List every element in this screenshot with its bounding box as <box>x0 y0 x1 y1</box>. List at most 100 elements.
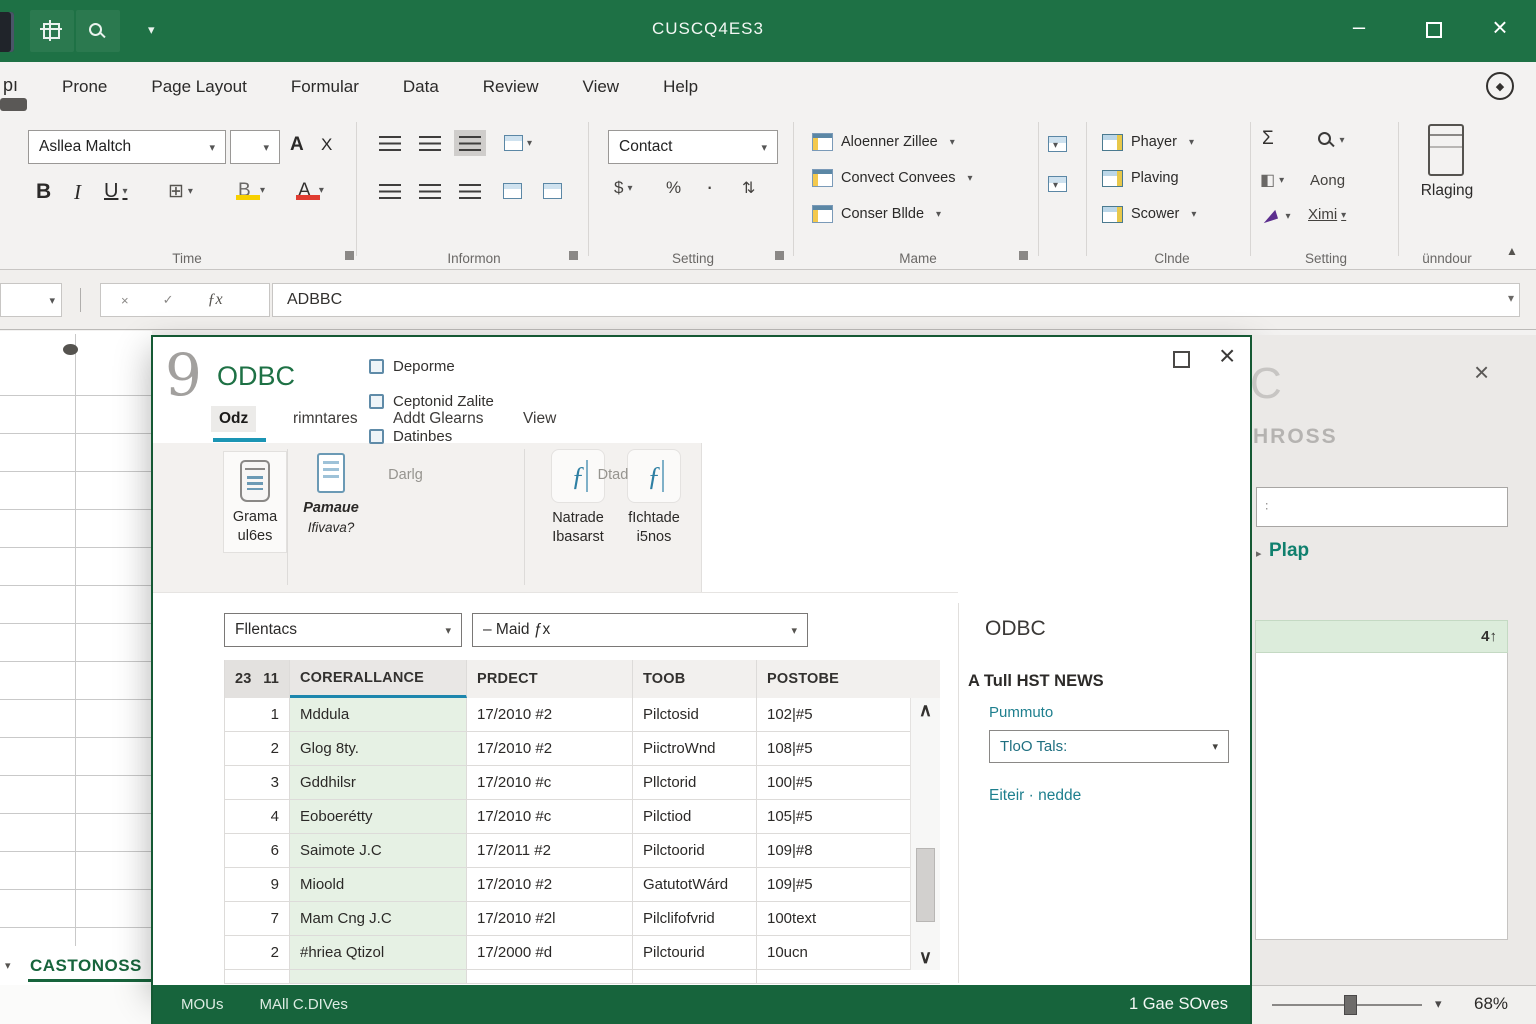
align-left-button[interactable] <box>374 178 406 204</box>
manage-columns-button[interactable]: ƒ Natrade Ibasarst <box>545 449 611 547</box>
dialog-maximize-button[interactable] <box>1173 351 1190 368</box>
properties-menu-item[interactable]: Deporme <box>369 349 494 384</box>
percent-button[interactable]: % <box>666 178 681 198</box>
grow-font-button[interactable]: A <box>290 134 304 156</box>
bold-button[interactable]: B <box>36 180 51 204</box>
sheet-tab-castonoss[interactable]: CASTONOSS <box>30 956 142 976</box>
delete-button[interactable]: Plaving <box>1102 164 1179 192</box>
filter-combo-2[interactable]: – Maid ƒx ▾ <box>472 613 808 647</box>
name-box[interactable]: ▾ <box>0 283 62 317</box>
insert-function-icon[interactable]: ƒx <box>208 291 223 309</box>
tab-help[interactable]: Help <box>663 77 698 97</box>
align-right-button[interactable] <box>454 178 486 204</box>
dialog-tab-view[interactable]: View <box>523 410 556 428</box>
underline-button[interactable]: U <box>104 180 127 203</box>
cell-styles-button[interactable]: Conser Bllde <box>812 200 941 228</box>
filter-button[interactable]: Ximi <box>1308 206 1346 223</box>
table-row[interactable]: 2 Glog 8ty. 17/2010 #2 PiictroWnd 108|#5 <box>224 732 940 766</box>
close-button[interactable]: × <box>1486 12 1514 43</box>
sheet-nav-caret-icon[interactable]: ▾ <box>5 959 11 972</box>
dialog-launcher-icon[interactable] <box>1019 251 1028 260</box>
table-row[interactable]: 2 #hriea Qtizol 17/2000 #d Pilctourid 10… <box>224 936 940 970</box>
tab-data[interactable]: Data <box>403 77 439 97</box>
dialog-tab-transform[interactable]: rimntares <box>293 410 358 428</box>
align-middle-button[interactable] <box>414 130 446 156</box>
dialog-launcher-icon[interactable] <box>345 251 354 260</box>
file-menu-fragment[interactable]: pı <box>3 75 18 96</box>
table-row[interactable]: 3 Gddhilsr 17/2010 #c Pllctorid 100|#5 <box>224 766 940 800</box>
table-row[interactable]: 4 Eoboerétty 17/2010 #c Pilctiod 105|#5 <box>224 800 940 834</box>
expander-icon[interactable]: ▸ <box>1256 547 1262 560</box>
zoom-slider-handle[interactable] <box>1344 995 1357 1015</box>
quick-access-dropdown-icon[interactable]: ▾ <box>148 22 155 38</box>
orientation-button[interactable] <box>496 130 540 156</box>
column-header-prdect[interactable]: PRDECT <box>467 660 633 698</box>
number-format-combo[interactable]: Contact ▾ <box>608 130 778 164</box>
dialog-launcher-icon[interactable] <box>569 251 578 260</box>
delete-cells-icon[interactable] <box>1048 176 1067 192</box>
share-button[interactable]: Rlaging <box>1404 182 1490 200</box>
align-top-button[interactable] <box>374 130 406 156</box>
table-row[interactable]: 9 Mioold 17/2010 #2 GatutotWárd 109|#5 <box>224 868 940 902</box>
scrollbar-thumb[interactable] <box>916 848 935 922</box>
edit-link[interactable]: Eiteir · nedde <box>989 787 1081 805</box>
query-name-combo[interactable]: TloO Tals: ▾ <box>989 730 1229 763</box>
tab-review[interactable]: Review <box>483 77 539 97</box>
align-center-button[interactable] <box>414 178 446 204</box>
column-header-postobe[interactable]: POSTOBE <box>757 660 940 698</box>
insert-button[interactable]: Phayer <box>1102 128 1194 156</box>
column-header-toob[interactable]: TOOB <box>633 660 757 698</box>
clear-button[interactable] <box>1260 208 1290 226</box>
dialog-tab-home[interactable]: Odz <box>211 406 257 432</box>
close-load-button[interactable]: Grama ul6es <box>223 451 287 553</box>
conditional-formatting-button[interactable]: Aloenner Zillee <box>812 128 955 156</box>
pane-search-input[interactable]: ∶ <box>1256 487 1508 527</box>
align-bottom-button[interactable] <box>454 130 486 156</box>
italic-button[interactable]: I <box>74 180 81 205</box>
pane-link-plap[interactable]: Plap <box>1269 540 1309 562</box>
table-row[interactable]: 1 Mddula 17/2010 #2 Pilctosid 102|#5 <box>224 698 940 732</box>
expand-formula-bar-icon[interactable]: ▾ <box>1508 291 1514 305</box>
zoom-dropdown-icon[interactable]: ▾ <box>1435 996 1442 1012</box>
index-header[interactable]: 23 11 <box>224 660 290 698</box>
font-name-combo[interactable]: Asllea Maltch ▾ <box>28 130 226 164</box>
scroll-up-icon[interactable]: ∧ <box>911 700 940 721</box>
fill-button[interactable]: ◧ <box>1260 170 1284 190</box>
scroll-down-icon[interactable]: ∨ <box>911 947 940 968</box>
collapse-ribbon-icon[interactable]: ▲ <box>1506 244 1518 258</box>
decimal-buttons[interactable]: ⇅ <box>742 178 755 198</box>
font-color-button[interactable]: A <box>296 180 324 202</box>
formula-input[interactable]: ADBBC <box>272 283 1520 317</box>
tab-view[interactable]: View <box>583 77 620 97</box>
font-size-combo[interactable]: ▾ <box>230 130 280 164</box>
find-button[interactable] <box>1318 132 1344 150</box>
tab-page-layout[interactable]: Page Layout <box>151 77 246 97</box>
filter-combo-1[interactable]: Fllentacs ▾ <box>224 613 462 647</box>
highlight-color-button[interactable]: B <box>236 180 265 202</box>
refresh-preview-button[interactable]: Pamaue Ifivava? <box>295 453 367 537</box>
shrink-font-button[interactable]: X <box>321 135 332 155</box>
reduce-rows-button[interactable]: ƒ fIchtade i5nos <box>621 449 687 547</box>
preview-card-header[interactable]: 4↑ <box>1255 620 1508 653</box>
comma-style-button[interactable]: · <box>706 174 713 200</box>
table-row[interactable]: 6 Saimote J.C 17/2011 #2 Pilctoorid 109|… <box>224 834 940 868</box>
autosum-icon[interactable]: Σ <box>1262 128 1274 150</box>
format-button[interactable]: Scower <box>1102 200 1196 228</box>
table-row[interactable]: 7 Mam Cng J.C 17/2010 #2l Pilclifofvrid … <box>224 902 940 936</box>
cancel-icon[interactable]: × <box>121 293 129 308</box>
enter-icon[interactable]: ✓ <box>163 292 174 308</box>
column-header-corerallance[interactable]: CORERALLANCE <box>290 660 467 698</box>
table-scrollbar[interactable]: ∧ ∨ <box>910 698 940 970</box>
maximize-button[interactable] <box>1426 22 1442 38</box>
minimize-button[interactable]: – <box>1345 14 1373 40</box>
format-as-table-button[interactable]: Convect Convees <box>812 164 972 192</box>
zoom-percentage[interactable]: 68% <box>1474 994 1508 1014</box>
merge-center-button[interactable] <box>536 178 568 204</box>
quick-access-search-button[interactable] <box>76 10 120 52</box>
pane-close-icon[interactable]: × <box>1474 357 1489 388</box>
manage-menu-item[interactable]: Datinbes <box>369 419 494 454</box>
borders-button[interactable]: ⊞ <box>168 180 193 203</box>
insert-cells-icon[interactable] <box>1048 136 1067 152</box>
wrap-text-button[interactable] <box>496 178 528 204</box>
share-circle-icon[interactable]: ◆ <box>1486 72 1514 100</box>
